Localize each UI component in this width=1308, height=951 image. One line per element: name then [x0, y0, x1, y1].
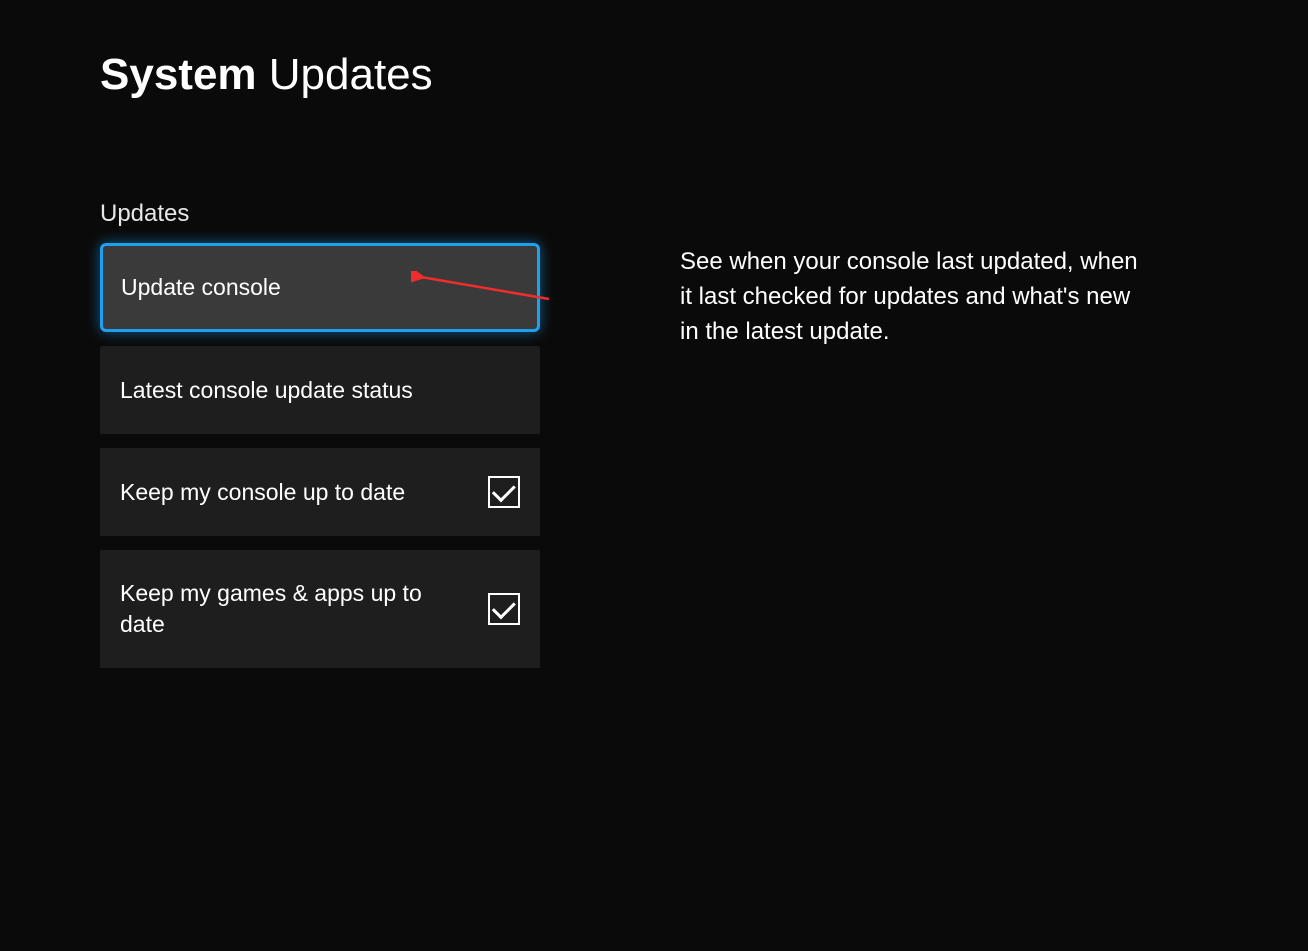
updates-button-list: Update console Latest console update sta…	[100, 243, 540, 668]
checkbox-checked-icon	[488, 593, 520, 625]
detail-description: See when your console last updated, when…	[680, 245, 1140, 349]
annotation-arrow-icon	[411, 271, 551, 305]
keep-console-up-to-date-label: Keep my console up to date	[120, 477, 405, 508]
keep-console-up-to-date-toggle[interactable]: Keep my console up to date	[100, 448, 540, 536]
page-title-bold: System	[100, 50, 257, 99]
update-console-button[interactable]: Update console	[100, 243, 540, 332]
latest-update-status-label: Latest console update status	[120, 375, 413, 406]
section-label-updates: Updates	[100, 200, 540, 228]
page-title: System Updates	[100, 50, 1208, 100]
page-title-light: Updates	[257, 50, 433, 99]
update-console-label: Update console	[121, 272, 281, 303]
checkbox-checked-icon	[488, 476, 520, 508]
keep-games-apps-up-to-date-toggle[interactable]: Keep my games & apps up to date	[100, 550, 540, 668]
keep-games-apps-up-to-date-label: Keep my games & apps up to date	[120, 578, 440, 640]
latest-update-status-button[interactable]: Latest console update status	[100, 346, 540, 434]
